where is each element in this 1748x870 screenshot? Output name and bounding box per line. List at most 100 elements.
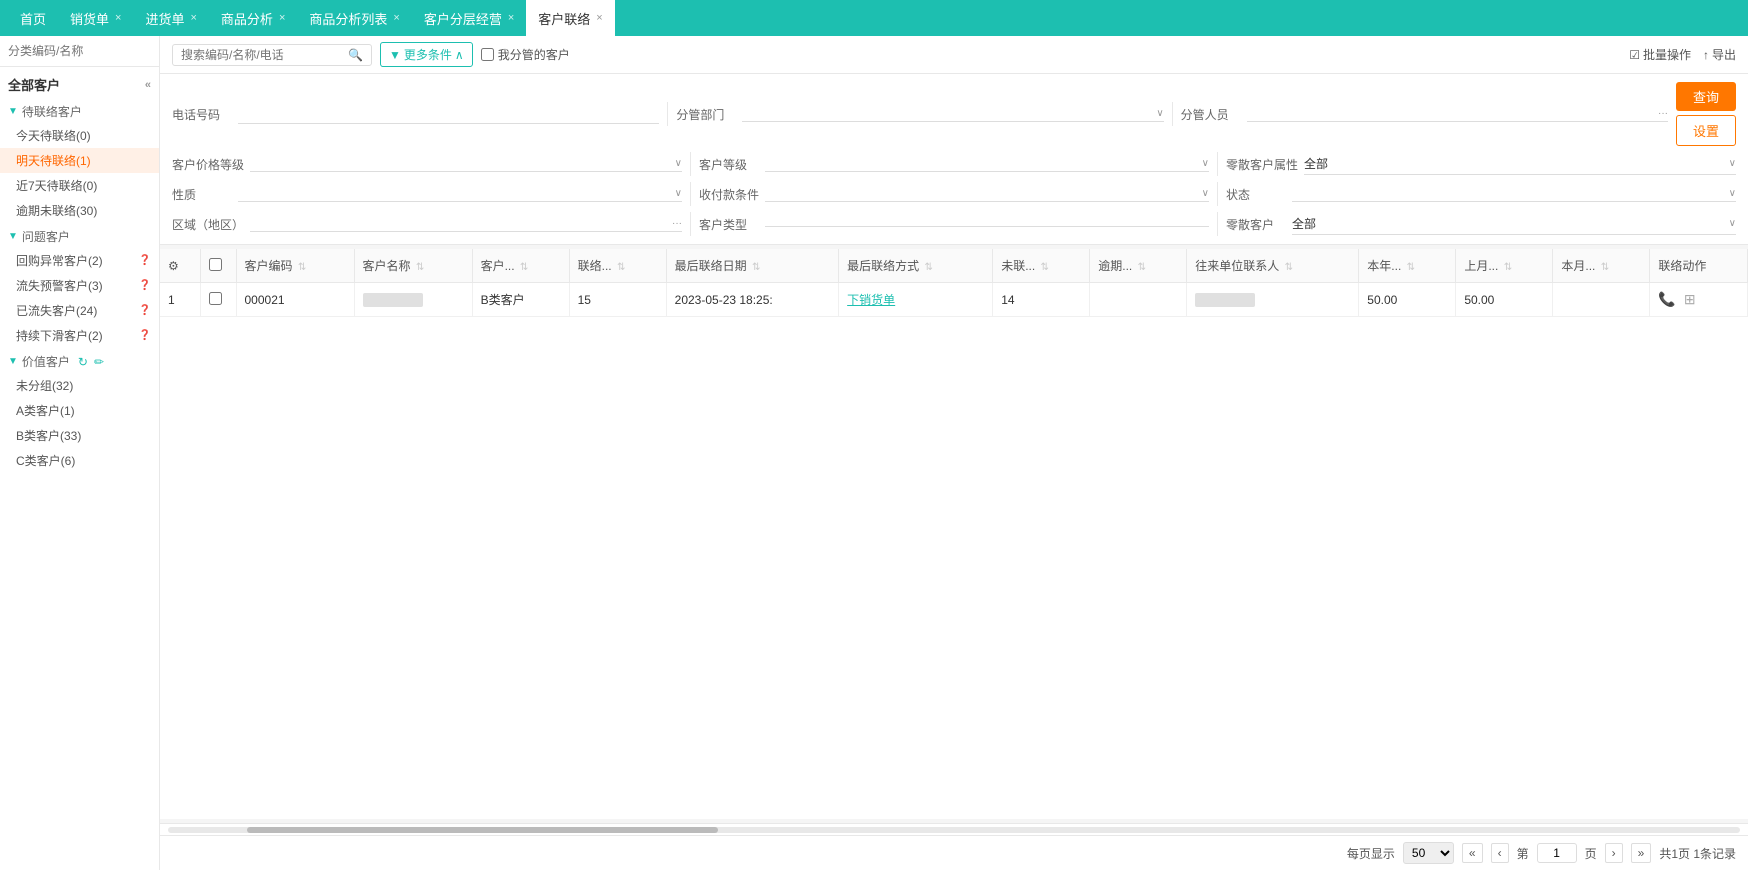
sidebar-item-churn-warning[interactable]: 流失预警客户(3) ❓ (0, 273, 159, 298)
nav-item-sales[interactable]: 销货单 × (58, 0, 133, 36)
next-page-button[interactable]: › (1605, 843, 1623, 863)
sort-last-date-icon[interactable]: ⇅ (752, 262, 760, 273)
price-level-select[interactable]: ∨ (250, 156, 682, 172)
manager-select[interactable]: ··· (1247, 106, 1668, 122)
export-button[interactable]: ↑ 导出 (1703, 46, 1736, 63)
filter-row-2: 客户价格等级 ∨ 客户等级 ∨ 零散客户属性 (172, 152, 1736, 176)
sort-name-icon[interactable]: ⇅ (416, 262, 424, 273)
close-tier-icon[interactable]: × (508, 12, 514, 24)
sidebar-search-container: 🔍 (0, 36, 159, 67)
more-filter-button[interactable]: ▼ 更多条件 ∧ (380, 42, 473, 67)
payment-field: 收付款条件 ∨ (699, 186, 1209, 203)
settings-button[interactable]: 设置 (1676, 115, 1736, 146)
sidebar-item-churned[interactable]: 已流失客户(24) ❓ (0, 298, 159, 323)
nav-item-analysis-list[interactable]: 商品分析列表 × (297, 0, 411, 36)
help-declining-icon[interactable]: ❓ (139, 330, 151, 341)
th-last-method: 最后联络方式 ⇅ (839, 249, 993, 283)
phone-action-icon[interactable]: 📞 (1658, 291, 1675, 308)
close-analysis-icon[interactable]: × (279, 12, 285, 24)
help-churned-icon[interactable]: ❓ (139, 305, 151, 316)
refresh-value-icon[interactable]: ↻ (78, 355, 88, 369)
toolbar-search-container: 🔍 (172, 44, 372, 66)
td-code: 000021 (236, 283, 354, 317)
retail-attr-select[interactable]: 全部 ∨ (1304, 153, 1736, 175)
customer-type-select[interactable] (765, 222, 1209, 227)
help-abnormal-icon[interactable]: ❓ (139, 255, 151, 266)
edit-value-icon[interactable]: ✏ (94, 355, 104, 369)
customer-level-select[interactable]: ∨ (765, 156, 1209, 172)
dept-select[interactable]: ∨ (742, 106, 1163, 122)
retail-customer-chevron-icon: ∨ (1729, 218, 1736, 229)
sidebar-item-class-a[interactable]: A类客户(1) (0, 398, 159, 423)
close-analysis-list-icon[interactable]: × (393, 12, 399, 24)
settings-col-icon[interactable]: ⚙ (168, 259, 179, 273)
sort-type-icon[interactable]: ⇅ (520, 262, 528, 273)
page-size-select[interactable]: 50 20 100 (1403, 842, 1454, 864)
my-customers-checkbox[interactable] (481, 48, 494, 61)
row-checkbox[interactable] (209, 292, 222, 305)
customer-name-blurred: Ea (363, 293, 423, 307)
td-last-month: 50.00 (1456, 283, 1553, 317)
sidebar-item-ungrouped[interactable]: 未分组(32) (0, 373, 159, 398)
sort-uncontacted-icon[interactable]: ⇅ (1041, 262, 1049, 273)
prev-page-button[interactable]: ‹ (1491, 843, 1509, 863)
sidebar-item-declining[interactable]: 持续下滑客户(2) ❓ (0, 323, 159, 348)
sort-last-month-icon[interactable]: ⇅ (1504, 262, 1512, 273)
scroll-thumb[interactable] (247, 827, 719, 833)
status-select[interactable]: ∨ (1292, 186, 1736, 202)
gender-select[interactable]: ∨ (238, 186, 682, 202)
retail-attr-chevron-icon: ∨ (1729, 158, 1736, 169)
page-number-input[interactable] (1537, 843, 1577, 863)
sort-this-month-icon[interactable]: ⇅ (1601, 262, 1609, 273)
sort-overdue-icon[interactable]: ⇅ (1138, 262, 1146, 273)
last-method-link[interactable]: 下销货单 (847, 293, 895, 307)
sort-contact-count-icon[interactable]: ⇅ (617, 262, 625, 273)
sidebar-item-7days[interactable]: 近7天待联络(0) (0, 173, 159, 198)
query-button[interactable]: 查询 (1676, 82, 1736, 111)
sidebar-item-class-c[interactable]: C类客户(6) (0, 448, 159, 473)
sidebar-item-today[interactable]: 今天待联络(0) (0, 123, 159, 148)
area-select[interactable]: ··· (250, 216, 682, 232)
payment-select[interactable]: ∨ (765, 186, 1209, 202)
select-all-checkbox[interactable] (209, 258, 222, 271)
toolbar-search-icon[interactable]: 🔍 (348, 48, 363, 62)
nav-item-customer-tier[interactable]: 客户分层经营 × (412, 0, 526, 36)
page-end-label: 页 (1585, 845, 1597, 862)
last-page-button[interactable]: » (1631, 843, 1652, 863)
collapse-all-icon[interactable]: « (145, 79, 151, 91)
nav-item-purchase[interactable]: 进货单 × (133, 0, 208, 36)
customer-type-field: 客户类型 (699, 216, 1209, 233)
retail-customer-select[interactable]: 全部 ∨ (1292, 213, 1736, 235)
all-customers-header: 全部客户 « (0, 67, 159, 98)
th-type: 客户... ⇅ (472, 249, 569, 283)
sidebar-search-input[interactable] (8, 44, 163, 58)
gender-chevron-icon: ∨ (675, 188, 682, 199)
grid-action-icon[interactable]: ⊞ (1684, 291, 1696, 308)
close-purchase-icon[interactable]: × (190, 12, 196, 24)
sort-this-year-icon[interactable]: ⇅ (1407, 262, 1415, 273)
help-churn-warning-icon[interactable]: ❓ (139, 280, 151, 291)
area-label: 区域（地区） (172, 216, 244, 233)
close-sales-icon[interactable]: × (115, 12, 121, 24)
chevron-up-icon: ∧ (455, 48, 464, 62)
horizontal-scrollbar[interactable] (160, 823, 1748, 835)
sort-last-method-icon[interactable]: ⇅ (925, 262, 933, 273)
sidebar: 🔍 全部客户 « ▼ 待联络客户 今天待联络(0) 明天待联络(1) 近7天待联… (0, 36, 160, 870)
phone-input[interactable] (238, 105, 659, 124)
sidebar-item-tomorrow[interactable]: 明天待联络(1) (0, 148, 159, 173)
batch-op-button[interactable]: ☑ 批量操作 (1629, 46, 1691, 63)
nav-item-analysis[interactable]: 商品分析 × (209, 0, 297, 36)
nav-item-home[interactable]: 首页 (8, 0, 58, 36)
my-customers-checkbox-container[interactable]: 我分管的客户 (481, 46, 570, 63)
table-row: 1 000021 Ea B类客户 15 2023-05-23 18:25: 下销… (160, 283, 1748, 317)
search-input[interactable] (181, 48, 348, 62)
sidebar-item-abnormal[interactable]: 回购异常客户(2) ❓ (0, 248, 159, 273)
first-page-button[interactable]: « (1462, 843, 1483, 863)
payment-label: 收付款条件 (699, 186, 759, 203)
sort-unit-contact-icon[interactable]: ⇅ (1285, 262, 1293, 273)
close-contact-icon[interactable]: × (596, 12, 602, 24)
nav-item-customer-contact[interactable]: 客户联络 × (526, 0, 614, 36)
sort-code-icon[interactable]: ⇅ (298, 262, 306, 273)
sidebar-item-class-b[interactable]: B类客户(33) (0, 423, 159, 448)
sidebar-item-overdue[interactable]: 逾期未联络(30) (0, 198, 159, 223)
